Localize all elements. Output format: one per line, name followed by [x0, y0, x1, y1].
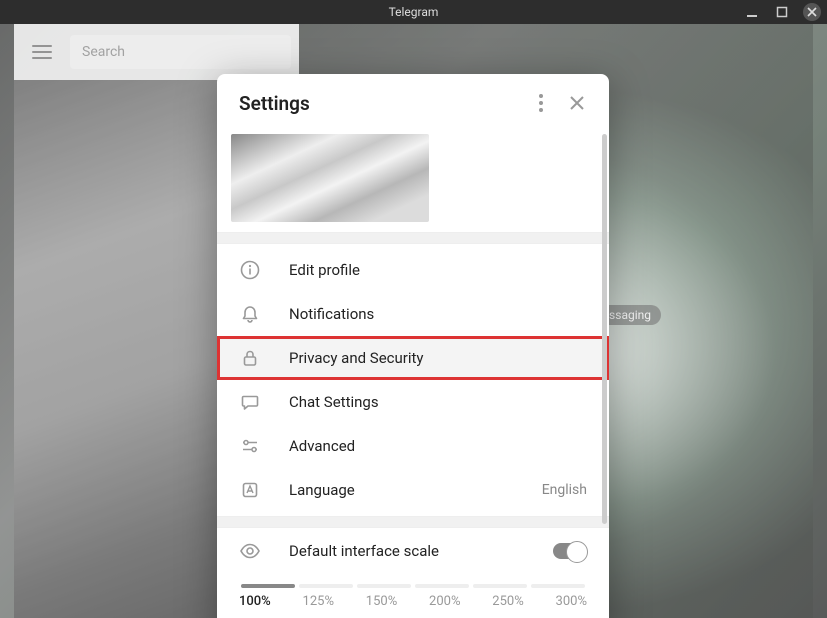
sliders-icon — [239, 435, 261, 457]
info-icon — [239, 259, 261, 281]
scale-option[interactable]: 150% — [366, 594, 397, 609]
section-divider — [217, 516, 609, 528]
menu-item-label: Notifications — [289, 305, 374, 323]
menu-item-label: Advanced — [289, 437, 355, 455]
interface-scale-row: Default interface scale — [217, 528, 609, 574]
scale-slider[interactable]: 100% 125% 150% 200% 250% 300% — [217, 574, 609, 609]
profile-banner[interactable] — [231, 134, 429, 222]
window-title: Telegram — [389, 5, 439, 19]
settings-menu-list: Edit profile Notifications Privacy and S… — [217, 244, 609, 516]
modal-close-button[interactable] — [559, 85, 595, 121]
menu-item-label: Edit profile — [289, 261, 360, 279]
bell-icon — [239, 303, 261, 325]
scale-label: Default interface scale — [289, 542, 439, 560]
menu-item-notifications[interactable]: Notifications — [217, 292, 609, 336]
menu-item-label: Privacy and Security — [289, 349, 424, 367]
settings-modal: Settings Edit profile — [217, 74, 609, 618]
modal-scrollbar[interactable] — [602, 134, 607, 524]
modal-header: Settings — [217, 74, 609, 132]
scale-option[interactable]: 125% — [303, 594, 334, 609]
scale-toggle[interactable] — [553, 543, 587, 559]
menu-item-language[interactable]: Language English — [217, 468, 609, 512]
window-minimize-button[interactable] — [743, 3, 761, 21]
scale-option[interactable]: 200% — [429, 594, 460, 609]
lock-icon — [239, 347, 261, 369]
scale-option[interactable]: 250% — [492, 594, 523, 609]
menu-item-edit-profile[interactable]: Edit profile — [217, 248, 609, 292]
modal-title: Settings — [239, 92, 523, 115]
menu-item-advanced[interactable]: Advanced — [217, 424, 609, 468]
scale-option[interactable]: 300% — [556, 594, 587, 609]
menu-item-chat-settings[interactable]: Chat Settings — [217, 380, 609, 424]
chat-icon — [239, 391, 261, 413]
section-divider — [217, 232, 609, 244]
menu-item-value: English — [542, 482, 587, 498]
window-maximize-button[interactable] — [773, 3, 791, 21]
modal-more-button[interactable] — [523, 85, 559, 121]
eye-icon — [239, 540, 261, 562]
menu-item-label: Chat Settings — [289, 393, 379, 411]
menu-item-label: Language — [289, 481, 355, 499]
window-close-button[interactable] — [803, 3, 821, 21]
scale-option[interactable]: 100% — [239, 594, 271, 609]
language-icon — [239, 479, 261, 501]
window-titlebar: Telegram — [0, 0, 827, 24]
menu-item-privacy-security[interactable]: Privacy and Security — [217, 336, 609, 380]
